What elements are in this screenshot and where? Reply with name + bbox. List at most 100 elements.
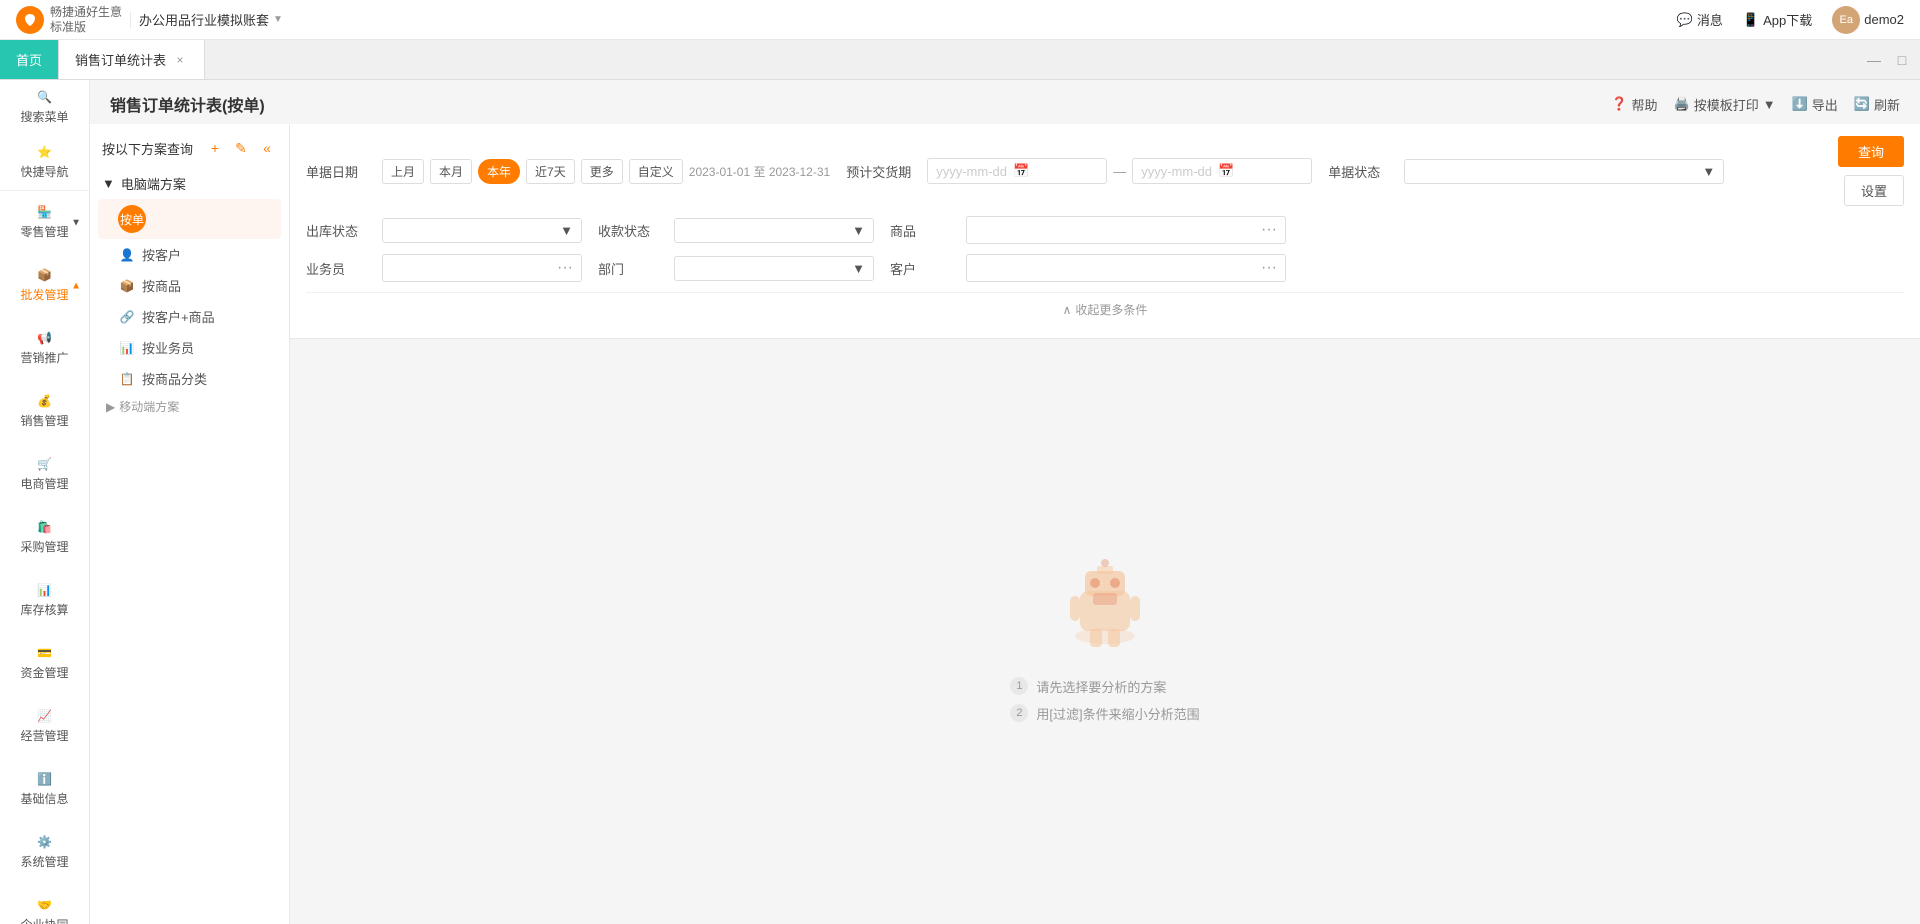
- more-date-btn[interactable]: 更多: [581, 159, 623, 184]
- sidebar-item-search[interactable]: 🔍 搜索菜单: [0, 80, 89, 135]
- dept-dropdown-icon: ▼: [852, 261, 865, 276]
- empty-tips: 1 请先选择要分析的方案 2 用[过滤]条件来缩小分析范围: [1010, 677, 1199, 723]
- ecommerce-icon: 🛒: [37, 457, 52, 471]
- this-month-btn[interactable]: 本月: [430, 159, 472, 184]
- pc-section-title[interactable]: ▼ 电脑端方案: [98, 168, 281, 199]
- search-icon: 🔍: [37, 90, 52, 104]
- sidebar-item-collab[interactable]: 🤝 企业协同: [0, 884, 89, 924]
- app-selector-chevron: ▼: [273, 14, 283, 25]
- pay-status-select[interactable]: ▼: [674, 218, 874, 243]
- customer-goods-scheme-icon: 🔗: [118, 308, 136, 326]
- this-year-btn[interactable]: 本年: [478, 159, 520, 184]
- date-placeholder-start: yyyy-mm-dd: [936, 164, 1007, 179]
- sidebar-item-purchase[interactable]: 🛍️ 采购管理: [0, 506, 89, 569]
- goods-scheme-icon: 📦: [118, 277, 136, 295]
- help-button[interactable]: ❓ 帮助: [1611, 95, 1657, 114]
- scheme-item-order[interactable]: 按单: [98, 199, 281, 239]
- salesman-label: 业务员: [306, 259, 366, 278]
- collapse-icon: ∧: [1063, 303, 1072, 317]
- active-scheme-indicator: 按单: [118, 205, 146, 233]
- sidebar-item-marketing[interactable]: 📢 营销推广: [0, 317, 89, 380]
- date-buttons: 上月 本月 本年 近7天 更多 自定义 2023-01-01 至 2023-12…: [382, 159, 830, 184]
- star-icon: ⭐: [37, 145, 52, 159]
- tab-close-button[interactable]: ×: [172, 52, 188, 68]
- collapse-panel-button[interactable]: «: [257, 138, 277, 158]
- export-button[interactable]: ⬇️ 导出: [1792, 95, 1838, 114]
- salesman-more-icon[interactable]: ···: [557, 259, 573, 277]
- last-month-btn[interactable]: 上月: [382, 159, 424, 184]
- date-range-display: 2023-01-01 至 2023-12-31: [689, 163, 830, 180]
- status-dropdown-icon: ▼: [1702, 164, 1715, 179]
- empty-state: 1 请先选择要分析的方案 2 用[过滤]条件来缩小分析范围: [290, 339, 1920, 924]
- sidebar-item-system[interactable]: ⚙️ 系统管理: [0, 821, 89, 884]
- sidebar-item-sales[interactable]: 💰 销售管理: [0, 380, 89, 443]
- goods-more-icon[interactable]: ···: [1261, 221, 1277, 239]
- sidebar-item-basic-info[interactable]: ℹ️ 基础信息: [0, 758, 89, 821]
- scheme-item-goods[interactable]: 📦 按商品: [98, 270, 281, 301]
- out-status-dropdown-icon: ▼: [560, 223, 573, 238]
- calendar-icon-end[interactable]: 📅: [1218, 163, 1234, 179]
- salesman-select[interactable]: ···: [382, 254, 582, 282]
- scheme-item-customer[interactable]: 👤 按客户: [98, 239, 281, 270]
- download-icon: 📱: [1743, 12, 1759, 28]
- wholesale-icon: 📦: [37, 268, 52, 282]
- expected-date-start[interactable]: yyyy-mm-dd 📅: [927, 158, 1107, 184]
- retail-arrow-icon: ▼: [71, 217, 81, 228]
- sidebar-item-wholesale[interactable]: 📦 批发管理 ▲: [0, 254, 89, 317]
- add-scheme-button[interactable]: +: [205, 138, 225, 158]
- setting-button[interactable]: 设置: [1844, 175, 1904, 206]
- print-button[interactable]: 🖨️ 按模板打印 ▼: [1674, 95, 1776, 114]
- user-menu[interactable]: Ea demo2: [1832, 6, 1904, 34]
- collapse-bar[interactable]: ∧ 收起更多条件: [306, 292, 1904, 326]
- mobile-section-title[interactable]: ▶ 移动端方案: [98, 394, 281, 419]
- tab-home[interactable]: 首页: [0, 40, 59, 79]
- app-download-button[interactable]: 📱 App下载: [1743, 10, 1812, 29]
- goods-category-scheme-icon: 📋: [118, 370, 136, 388]
- expected-date-end[interactable]: yyyy-mm-dd 📅: [1132, 158, 1312, 184]
- customer-more-icon[interactable]: ···: [1261, 259, 1277, 277]
- chevron-down-icon: ▼: [102, 176, 115, 191]
- sidebar-item-retail[interactable]: 🏪 零售管理 ▼: [0, 191, 89, 254]
- status-select[interactable]: ▼: [1404, 159, 1724, 184]
- sidebar-item-ecommerce[interactable]: 🛒 电商管理: [0, 443, 89, 506]
- customer-select[interactable]: ···: [966, 254, 1286, 282]
- help-icon: ❓: [1611, 96, 1627, 112]
- goods-select[interactable]: ···: [966, 216, 1286, 244]
- tab-minimize-button[interactable]: —: [1864, 50, 1884, 70]
- avatar: Ea: [1832, 6, 1860, 34]
- chevron-right-icon: ▶: [106, 400, 115, 414]
- edit-scheme-button[interactable]: ✎: [231, 138, 251, 158]
- shop-icon: 🏪: [37, 205, 52, 219]
- marketing-icon: 📢: [37, 331, 52, 345]
- app-selector[interactable]: 办公用品行业模拟账套 ▼: [139, 10, 283, 29]
- inventory-icon: 📊: [37, 583, 52, 597]
- dept-select[interactable]: ▼: [674, 256, 874, 281]
- left-panel: 按以下方案查询 + ✎ « ▼ 电脑端方案 按单: [90, 124, 290, 924]
- panel-title: 按以下方案查询: [102, 139, 193, 158]
- message-button[interactable]: 💬 消息: [1677, 10, 1723, 29]
- custom-date-btn[interactable]: 自定义: [629, 159, 683, 184]
- date-label: 单据日期: [306, 162, 366, 181]
- sales-icon: 💰: [37, 394, 52, 408]
- date-placeholder-end: yyyy-mm-dd: [1141, 164, 1212, 179]
- tab-maximize-button[interactable]: □: [1892, 50, 1912, 70]
- scheme-item-customer-goods[interactable]: 🔗 按客户+商品: [98, 301, 281, 332]
- purchase-icon: 🛍️: [37, 520, 52, 534]
- sidebar-item-management[interactable]: 📈 经营管理: [0, 695, 89, 758]
- sidebar-item-finance[interactable]: 💳 资金管理: [0, 632, 89, 695]
- scheme-item-salesman[interactable]: 📊 按业务员: [98, 332, 281, 363]
- out-status-select[interactable]: ▼: [382, 218, 582, 243]
- scheme-item-goods-category[interactable]: 📋 按商品分类: [98, 363, 281, 394]
- sidebar-item-inventory[interactable]: 📊 库存核算: [0, 569, 89, 632]
- collab-icon: 🤝: [37, 898, 52, 912]
- tab-sales-order[interactable]: 销售订单统计表 ×: [59, 40, 205, 79]
- refresh-button[interactable]: 🔄 刷新: [1854, 95, 1900, 114]
- calendar-icon-start[interactable]: 📅: [1013, 163, 1029, 179]
- refresh-icon: 🔄: [1854, 96, 1870, 112]
- last-7days-btn[interactable]: 近7天: [526, 159, 575, 184]
- sidebar-item-quick-nav[interactable]: ⭐ 快捷导航: [0, 135, 89, 191]
- query-button[interactable]: 查询: [1838, 136, 1904, 167]
- sidebar: 🔍 搜索菜单 ⭐ 快捷导航 🏪 零售管理 ▼ 📦 批发管理 ▲ 📢 营销推广 💰…: [0, 80, 90, 924]
- pay-status-label: 收款状态: [598, 221, 658, 240]
- export-icon: ⬇️: [1792, 96, 1808, 112]
